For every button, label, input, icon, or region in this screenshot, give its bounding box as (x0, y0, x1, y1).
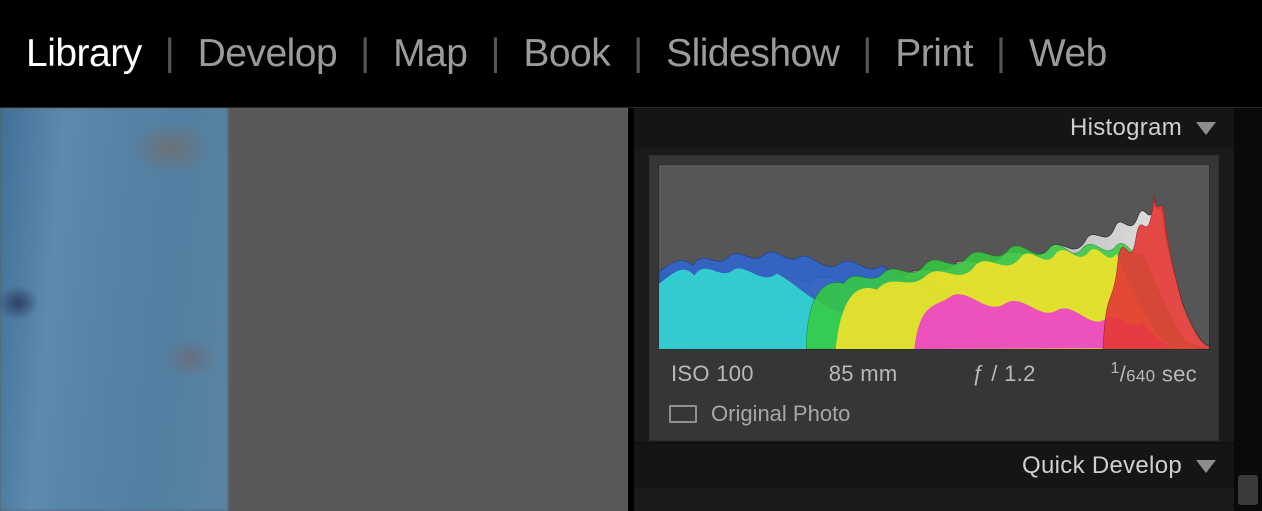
module-tab-web[interactable]: Web (1029, 32, 1107, 76)
panel-header-histogram[interactable]: Histogram (634, 108, 1234, 148)
meta-aperture: ƒ / 1.2 (972, 361, 1035, 387)
chevron-down-icon (1196, 122, 1216, 135)
module-separator: | (633, 32, 643, 75)
module-separator: | (862, 32, 872, 75)
module-tab-library[interactable]: Library (26, 32, 142, 76)
module-separator: | (996, 32, 1006, 75)
module-tab-print[interactable]: Print (895, 32, 973, 76)
meta-focal-length: 85 mm (829, 361, 898, 387)
panel-title-histogram: Histogram (1070, 114, 1182, 142)
photo-preview (0, 108, 228, 511)
checkbox-icon[interactable] (669, 405, 697, 423)
original-photo-label: Original Photo (711, 401, 850, 427)
module-separator: | (360, 32, 370, 75)
histogram-chart[interactable] (658, 164, 1210, 350)
module-tab-map[interactable]: Map (393, 32, 467, 76)
panel-header-quick-develop[interactable]: Quick Develop (634, 444, 1234, 488)
module-tabs: Library | Develop | Map | Book | Slidesh… (0, 0, 1262, 107)
scrollbar-thumb[interactable] (1238, 475, 1258, 505)
module-tab-book[interactable]: Book (523, 32, 610, 76)
module-tab-slideshow[interactable]: Slideshow (666, 32, 839, 76)
chevron-down-icon (1196, 460, 1216, 473)
meta-iso: ISO 100 (671, 361, 754, 387)
panel-scrollbar[interactable] (1234, 108, 1262, 511)
original-photo-toggle[interactable]: Original Photo (649, 395, 1219, 441)
module-tab-develop[interactable]: Develop (198, 32, 338, 76)
module-separator: | (165, 32, 175, 75)
panel-title-quick-develop: Quick Develop (1022, 452, 1182, 480)
meta-shutter: 1/640 sec (1111, 360, 1197, 387)
module-separator: | (490, 32, 500, 75)
exposure-metadata: ISO 100 85 mm ƒ / 1.2 1/640 sec (649, 350, 1219, 395)
histogram-panel: ISO 100 85 mm ƒ / 1.2 1/640 sec Original… (648, 154, 1220, 442)
image-viewer[interactable] (0, 108, 628, 511)
